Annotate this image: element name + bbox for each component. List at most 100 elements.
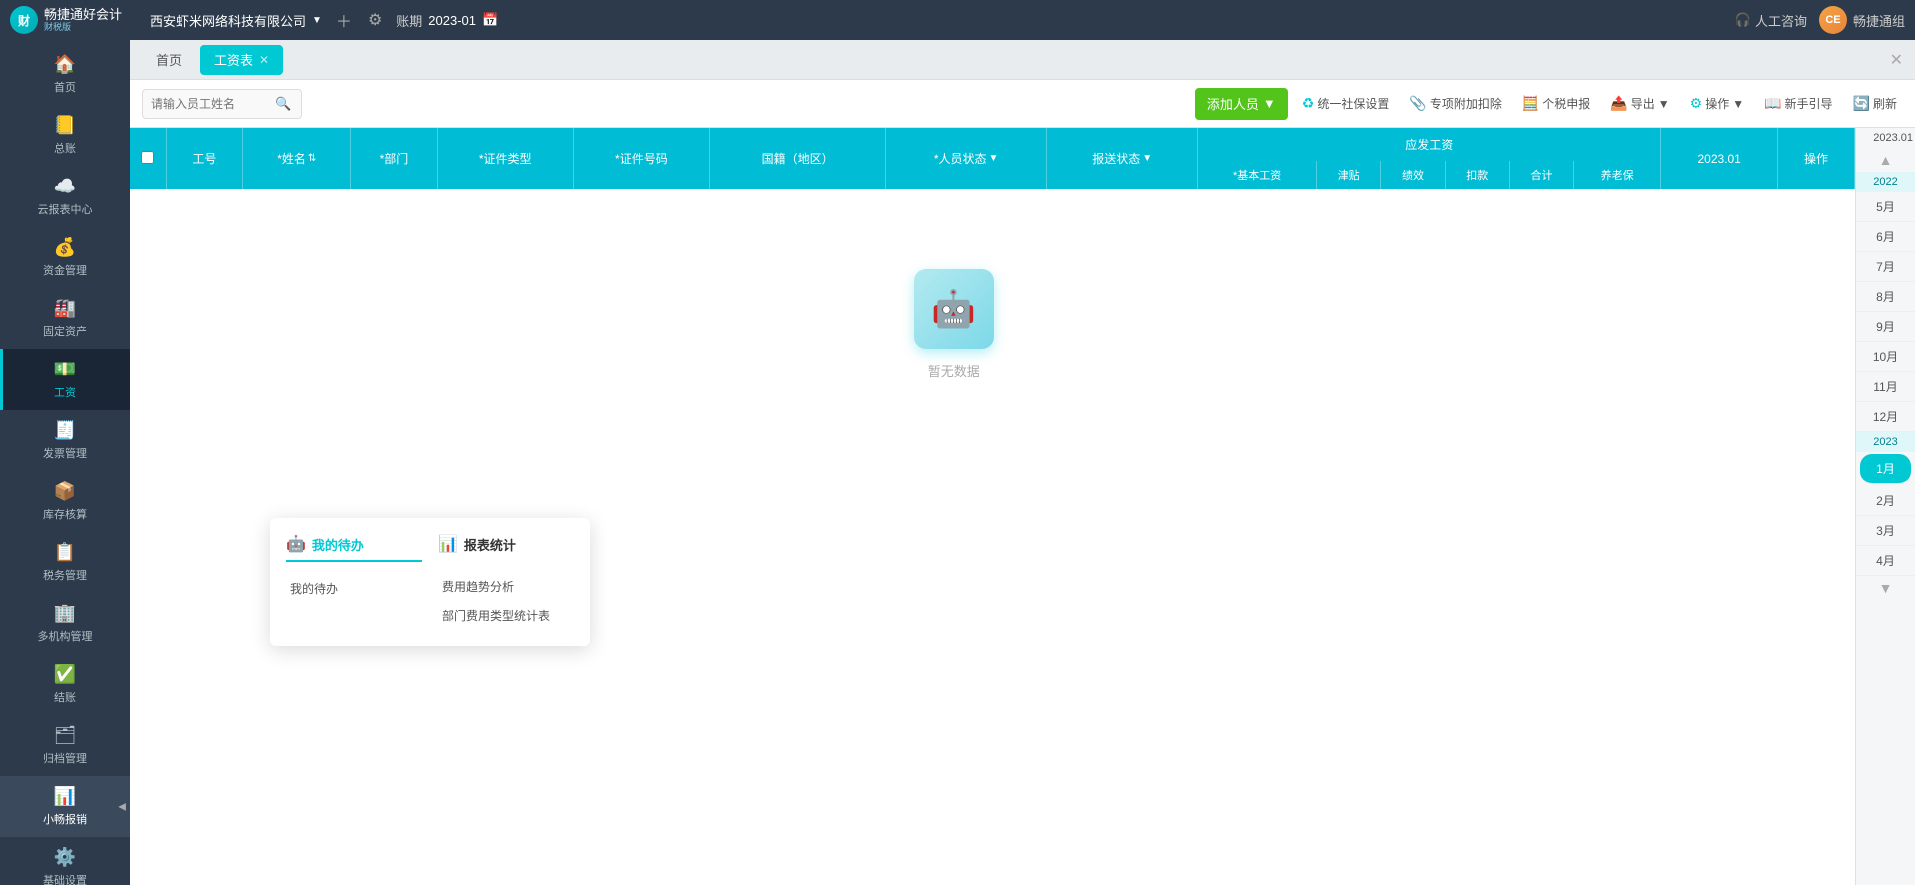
calendar-down-btn[interactable]: ▼	[1856, 576, 1915, 600]
search-input[interactable]	[151, 97, 271, 111]
cal-month-nov[interactable]: 11月	[1856, 372, 1915, 402]
social-security-action[interactable]: ♻ 统一社保设置	[1296, 91, 1396, 116]
sidebar-item-ledger[interactable]: 📒 总账	[0, 105, 130, 166]
cal-month-aug[interactable]: 8月	[1856, 282, 1915, 312]
top-header: 财 畅捷通好会计 财税版 西安虾米网络科技有限公司 ▼ ＋ ⚙ 账期 2023-…	[0, 0, 1915, 40]
sidebar-item-fixed-asset[interactable]: 🏭 固定资产	[0, 288, 130, 349]
settlement-icon: ✅	[54, 664, 76, 685]
add-button[interactable]: ＋	[332, 6, 356, 34]
popup-col-header-reports[interactable]: 📊 报表统计	[438, 534, 574, 560]
th-total: 合计	[1509, 161, 1573, 189]
cal-month-jun[interactable]: 6月	[1856, 222, 1915, 252]
tab-close-icon[interactable]: ✕	[259, 53, 269, 67]
export-icon: 📤	[1610, 95, 1627, 112]
customer-service-btn[interactable]: 🎧 人工咨询	[1735, 11, 1807, 30]
popup-col-header-pending[interactable]: 🤖 我的待办	[286, 534, 422, 562]
calendar-year-2023[interactable]: 2023	[1856, 432, 1915, 452]
calendar-icon[interactable]: 📅	[482, 12, 498, 28]
salary-icon: 💵	[54, 359, 76, 380]
salary-table: 工号 *姓名 ⇅ *部门 *证件类型 *证件号码 国籍（地区） *人员状态 ▼	[130, 128, 1855, 460]
top-right: 🎧 人工咨询 CE 畅捷通组	[1735, 6, 1905, 34]
operation-icon: ⚙	[1690, 95, 1703, 112]
company-name: 西安虾米网络科技有限公司	[150, 11, 306, 30]
th-basic-salary: *基本工资	[1198, 161, 1317, 189]
popup-item-expense-trend[interactable]: 费用趋势分析	[438, 572, 574, 601]
sidebar-item-inventory[interactable]: 📦 库存核算	[0, 471, 130, 532]
cal-month-jan[interactable]: 1月	[1860, 454, 1911, 484]
th-report-status: 报送状态 ▼	[1047, 128, 1198, 189]
sidebar-item-settlement[interactable]: ✅ 结账	[0, 654, 130, 715]
chevron-right-icon: ◀	[118, 801, 126, 812]
cal-month-apr[interactable]: 4月	[1856, 546, 1915, 576]
th-checkbox[interactable]	[130, 128, 166, 189]
select-all-checkbox[interactable]	[141, 151, 154, 164]
home-icon: 🏠	[54, 54, 76, 75]
period-value: 2023-01	[428, 13, 476, 28]
tab-home[interactable]: 首页	[142, 45, 196, 75]
special-deduct-action[interactable]: 📎 专项附加扣除	[1403, 91, 1507, 116]
tab-salary-table[interactable]: 工资表 ✕	[200, 45, 283, 75]
period-info: 账期 2023-01 📅	[396, 11, 498, 30]
user-info[interactable]: CE 畅捷通组	[1819, 6, 1905, 34]
sidebar-item-archive[interactable]: 🗂 归档管理	[0, 715, 130, 776]
cal-month-dec[interactable]: 12月	[1856, 402, 1915, 432]
sidebar-item-tax[interactable]: 📋 税务管理	[0, 532, 130, 593]
sidebar-item-basic[interactable]: ⚙️ 基础设置	[0, 837, 130, 885]
calendar-up-btn[interactable]: ▲	[1856, 148, 1915, 172]
sidebar-item-expense[interactable]: 📊 小畅报销 ◀	[0, 776, 130, 837]
content-area: 首页 工资表 ✕ ✕ 🔍 添加人员 ▼ ♻ 统一社保设置	[130, 40, 1915, 885]
main-layout: 🏠 首页 📒 总账 ☁️ 云报表中心 💰 资金管理 🏭 固定资产 💵 工资 🧾 …	[0, 40, 1915, 885]
archive-icon: 🗂	[54, 725, 77, 746]
operation-action[interactable]: ⚙ 操作 ▼	[1684, 91, 1750, 116]
popup-menu: 🤖 我的待办 我的待办 📊 报表统计 费用趋势分析 部门费用类型统计表	[270, 518, 590, 646]
table-wrap: 工号 *姓名 ⇅ *部门 *证件类型 *证件号码 国籍（地区） *人员状态 ▼	[130, 128, 1855, 885]
multi-org-icon: 🏢	[54, 603, 76, 624]
empty-state: 🤖 暂无数据	[130, 189, 1778, 460]
window-close-btn[interactable]: ✕	[1890, 50, 1903, 70]
th-allowance: 津贴	[1317, 161, 1381, 189]
sidebar-item-home[interactable]: 🏠 首页	[0, 44, 130, 105]
company-selector[interactable]: 西安虾米网络科技有限公司 ▼	[150, 11, 322, 30]
sidebar-item-cloud-report[interactable]: ☁️ 云报表中心	[0, 166, 130, 227]
period-label: 账期	[396, 11, 422, 30]
cal-month-may[interactable]: 5月	[1856, 192, 1915, 222]
new-guide-icon: 📖	[1764, 95, 1781, 112]
tab-bar: 首页 工资表 ✕ ✕	[130, 40, 1915, 80]
empty-row: 🤖 暂无数据	[130, 189, 1855, 460]
cal-month-sep[interactable]: 9月	[1856, 312, 1915, 342]
export-action[interactable]: 📤 导出 ▼	[1604, 91, 1675, 116]
cal-month-mar[interactable]: 3月	[1856, 516, 1915, 546]
sidebar-item-invoice[interactable]: 🧾 发票管理	[0, 410, 130, 471]
sidebar-item-fund[interactable]: 💰 资金管理	[0, 227, 130, 288]
empty-text: 暂无数据	[928, 361, 980, 380]
th-bonus: 绩效	[1381, 161, 1445, 189]
social-security-icon: ♻	[1302, 95, 1315, 112]
add-person-button[interactable]: 添加人员 ▼	[1195, 88, 1288, 120]
new-guide-action[interactable]: 📖 新手引导	[1758, 91, 1838, 116]
cal-month-feb[interactable]: 2月	[1856, 486, 1915, 516]
personal-tax-icon: 🧮	[1522, 95, 1539, 112]
sidebar-item-multi-org[interactable]: 🏢 多机构管理	[0, 593, 130, 654]
settings-button[interactable]: ⚙	[364, 8, 386, 32]
th-person-status: *人员状态 ▼	[886, 128, 1047, 189]
cal-month-oct[interactable]: 10月	[1856, 342, 1915, 372]
th-operation: 操作	[1778, 128, 1855, 189]
logo-text: 畅捷通好会计 财税版	[44, 7, 122, 33]
ledger-icon: 📒	[54, 115, 76, 136]
fixed-asset-icon: 🏭	[54, 298, 76, 319]
logo-area: 财 畅捷通好会计 财税版	[10, 6, 140, 34]
invoice-icon: 🧾	[54, 420, 76, 441]
logo-icon: 财	[10, 6, 38, 34]
sidebar: 🏠 首页 📒 总账 ☁️ 云报表中心 💰 资金管理 🏭 固定资产 💵 工资 🧾 …	[0, 40, 130, 885]
sidebar-item-salary[interactable]: 💵 工资	[0, 349, 130, 410]
cal-month-jul[interactable]: 7月	[1856, 252, 1915, 282]
popup-item-dept-expense[interactable]: 部门费用类型统计表	[438, 601, 574, 630]
personal-tax-action[interactable]: 🧮 个税申报	[1516, 91, 1596, 116]
refresh-action[interactable]: 🔄 刷新	[1847, 91, 1903, 116]
export-chevron-icon: ▼	[1658, 97, 1670, 111]
th-country: 国籍（地区）	[709, 128, 885, 189]
inventory-icon: 📦	[54, 481, 76, 502]
popup-item-pending[interactable]: 我的待办	[286, 574, 422, 603]
tax-icon: 📋	[54, 542, 76, 563]
calendar-year-2022[interactable]: 2022	[1856, 172, 1915, 192]
